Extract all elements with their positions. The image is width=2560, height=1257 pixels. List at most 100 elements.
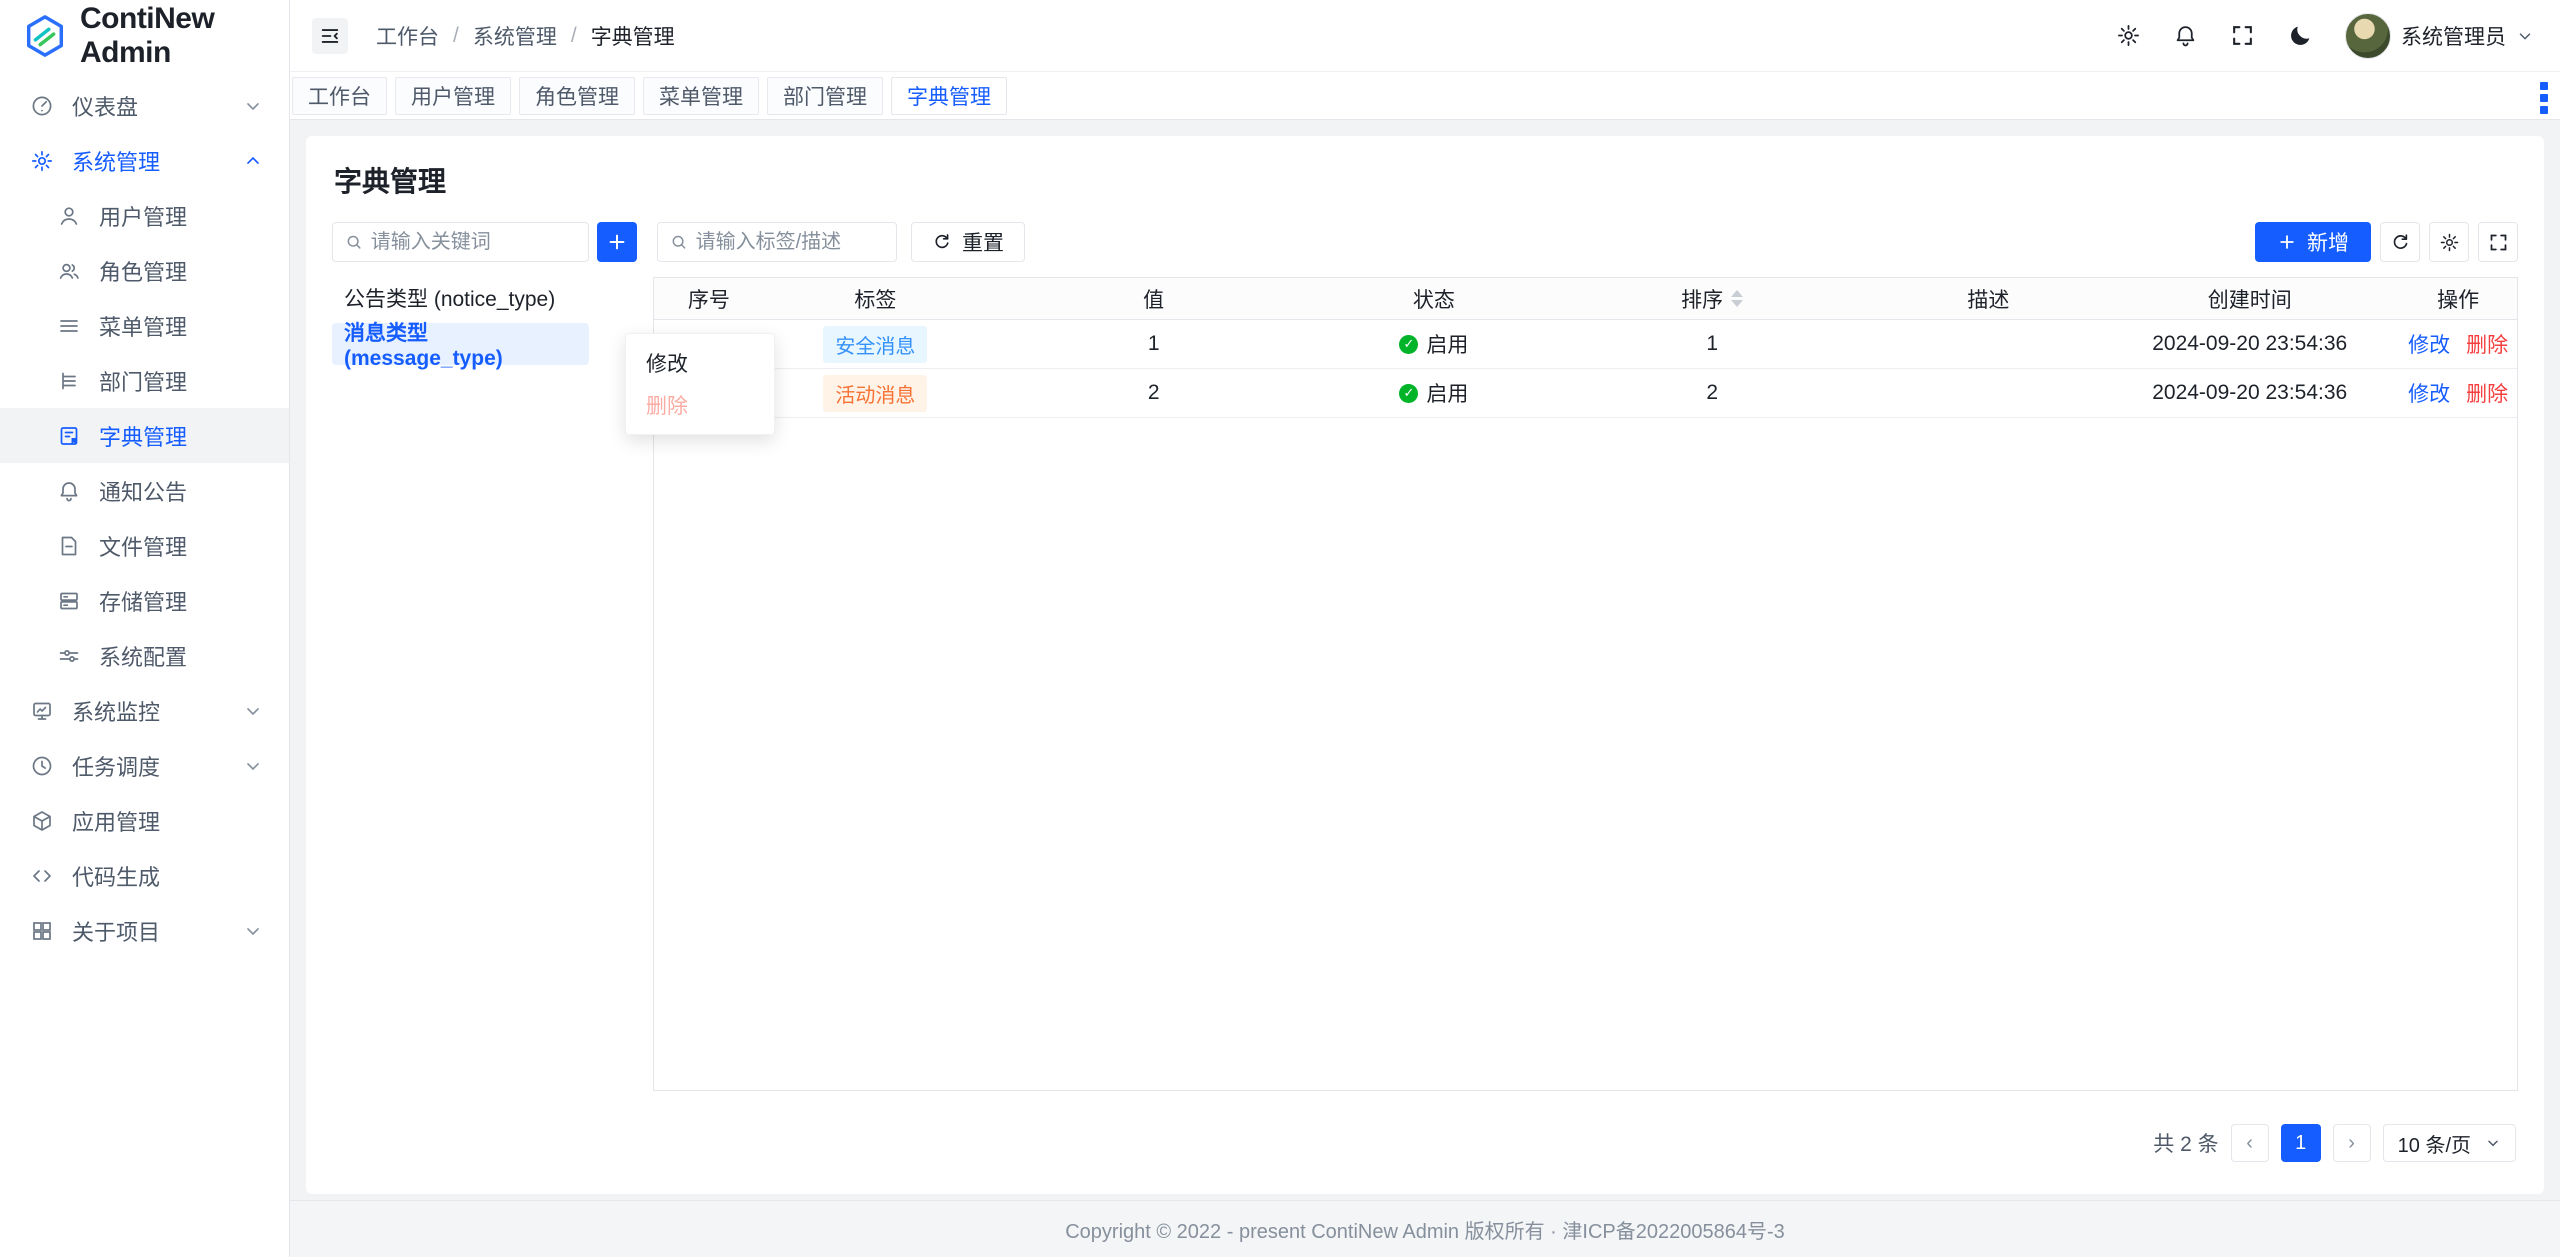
dark-mode-moon-icon[interactable]	[2287, 23, 2313, 49]
server-icon	[57, 589, 81, 613]
search-icon	[670, 232, 688, 252]
add-dict-type-button[interactable]	[597, 222, 637, 262]
pagination-total: 共 2 条	[2153, 1128, 2218, 1158]
keyword-search-input[interactable]	[371, 231, 576, 254]
cell-value: 2	[987, 369, 1320, 417]
reset-button[interactable]: 重置	[911, 222, 1025, 262]
tab-workbench[interactable]: 工作台	[292, 77, 387, 115]
cell-actions: 修改 删除	[2399, 369, 2517, 417]
sort-carets-icon[interactable]	[1731, 290, 1743, 307]
sidebar-item-label: 角色管理	[99, 255, 187, 287]
sidebar-item-users[interactable]: 用户管理	[0, 188, 289, 243]
sidebar-collapse-button[interactable]	[312, 18, 348, 54]
add-button[interactable]: 新增	[2255, 222, 2371, 262]
chevron-down-icon	[2516, 27, 2534, 45]
breadcrumb-separator: /	[571, 24, 577, 48]
reset-label: 重置	[962, 227, 1004, 257]
sidebar-item-label: 应用管理	[72, 805, 160, 837]
column-header: 状态	[1320, 278, 1547, 319]
table-search-input[interactable]	[696, 231, 884, 254]
sliders-icon	[57, 644, 81, 668]
dict-type-item[interactable]: 公告类型 (notice_type)	[332, 277, 589, 319]
sidebar-item-label: 系统管理	[72, 145, 160, 177]
table-fullscreen-button[interactable]	[2478, 222, 2518, 262]
tab-menus[interactable]: 菜单管理	[643, 77, 759, 115]
pagination-page-1[interactable]: 1	[2281, 1124, 2321, 1162]
tab-label: 工作台	[308, 81, 371, 111]
column-header-sortable[interactable]: 排序	[1548, 278, 1877, 319]
tab-more-icon[interactable]	[2540, 82, 2548, 114]
delete-link[interactable]: 删除	[2466, 378, 2508, 408]
add-label: 新增	[2307, 227, 2349, 257]
sidebar-item-roles[interactable]: 角色管理	[0, 243, 289, 298]
chevron-up-icon	[243, 151, 263, 171]
sidebar-item-config[interactable]: 系统配置	[0, 628, 289, 683]
tag-badge: 安全消息	[823, 326, 927, 363]
dictionary-card: 字典管理 重置	[306, 136, 2544, 1194]
settings-icon[interactable]	[2116, 23, 2141, 48]
pagination-prev-button[interactable]: ‹	[2231, 1124, 2269, 1162]
sidebar-item-apps[interactable]: 应用管理	[0, 793, 289, 848]
sidebar-item-dictionary[interactable]: 字典管理	[0, 408, 289, 463]
monitor-icon	[30, 699, 54, 723]
status-check-icon: ✓	[1399, 335, 1418, 354]
breadcrumb-item[interactable]: 系统管理	[473, 21, 557, 51]
edit-link[interactable]: 修改	[2408, 329, 2450, 359]
context-menu-edit[interactable]: 修改	[626, 342, 774, 384]
column-header-label: 排序	[1681, 284, 1723, 314]
delete-link[interactable]: 删除	[2466, 329, 2508, 359]
column-header: 操作	[2399, 278, 2517, 319]
content: 字典管理 重置	[290, 120, 2560, 1200]
sidebar-item-codegen[interactable]: 代码生成	[0, 848, 289, 903]
cell-tag: 安全消息	[764, 320, 987, 368]
pagination-next-button[interactable]: ›	[2333, 1124, 2371, 1162]
tab-label: 角色管理	[535, 81, 619, 111]
notification-bell-icon[interactable]	[2173, 23, 2198, 48]
fullscreen-icon	[2488, 232, 2509, 253]
table-row[interactable]: 1 安全消息 1 ✓启用 1 2024-09-20 23:54:36 修改	[654, 320, 2517, 369]
cell-created: 2024-09-20 23:54:36	[2100, 369, 2399, 417]
user-menu[interactable]: 系统管理员	[2345, 13, 2534, 59]
tab-users[interactable]: 用户管理	[395, 77, 511, 115]
breadcrumb-item[interactable]: 工作台	[376, 21, 439, 51]
edit-link[interactable]: 修改	[2408, 378, 2450, 408]
tree-list-icon	[57, 369, 81, 393]
table-refresh-button[interactable]	[2380, 222, 2420, 262]
sidebar-item-files[interactable]: 文件管理	[0, 518, 289, 573]
code-icon	[30, 864, 54, 888]
gear-icon	[30, 149, 54, 173]
cell-value: 1	[987, 320, 1320, 368]
chevron-down-icon	[243, 756, 263, 776]
status-check-icon: ✓	[1399, 384, 1418, 403]
column-header: 描述	[1877, 278, 2100, 319]
tab-departments[interactable]: 部门管理	[767, 77, 883, 115]
sidebar-item-notices[interactable]: 通知公告	[0, 463, 289, 518]
sidebar-item-label: 系统监控	[72, 695, 160, 727]
page-size-select[interactable]: 10 条/页	[2383, 1124, 2516, 1162]
topbar: 工作台 / 系统管理 / 字典管理 系统管理员	[290, 0, 2560, 72]
table-row[interactable]: 2 活动消息 2 ✓启用 2 2024-09-20 23:54:36 修改	[654, 369, 2517, 418]
sidebar-item-about[interactable]: 关于项目	[0, 903, 289, 958]
dict-type-item-selected[interactable]: 消息类型 (message_type)	[332, 323, 589, 365]
sidebar-item-menus[interactable]: 菜单管理	[0, 298, 289, 353]
tab-roles[interactable]: 角色管理	[519, 77, 635, 115]
clock-icon	[30, 754, 54, 778]
logo[interactable]: ContiNew Admin	[0, 0, 289, 72]
sidebar-item-scheduler[interactable]: 任务调度	[0, 738, 289, 793]
context-menu-delete[interactable]: 删除	[626, 384, 774, 426]
sidebar-item-storage[interactable]: 存储管理	[0, 573, 289, 628]
sidebar-item-dashboard[interactable]: 仪表盘	[0, 78, 289, 133]
fullscreen-icon[interactable]	[2230, 23, 2255, 48]
sidebar-item-departments[interactable]: 部门管理	[0, 353, 289, 408]
column-header: 创建时间	[2100, 278, 2399, 319]
logo-icon	[22, 13, 68, 59]
column-header: 值	[987, 278, 1320, 319]
cell-actions: 修改 删除	[2399, 320, 2517, 368]
sidebar-item-label: 字典管理	[99, 420, 187, 452]
sidebar-item-label: 通知公告	[99, 475, 187, 507]
tab-dictionary[interactable]: 字典管理	[891, 77, 1007, 115]
sidebar-item-system[interactable]: 系统管理	[0, 133, 289, 188]
sidebar-item-monitor[interactable]: 系统监控	[0, 683, 289, 738]
table-settings-button[interactable]	[2429, 222, 2469, 262]
tag-badge: 活动消息	[823, 375, 927, 412]
